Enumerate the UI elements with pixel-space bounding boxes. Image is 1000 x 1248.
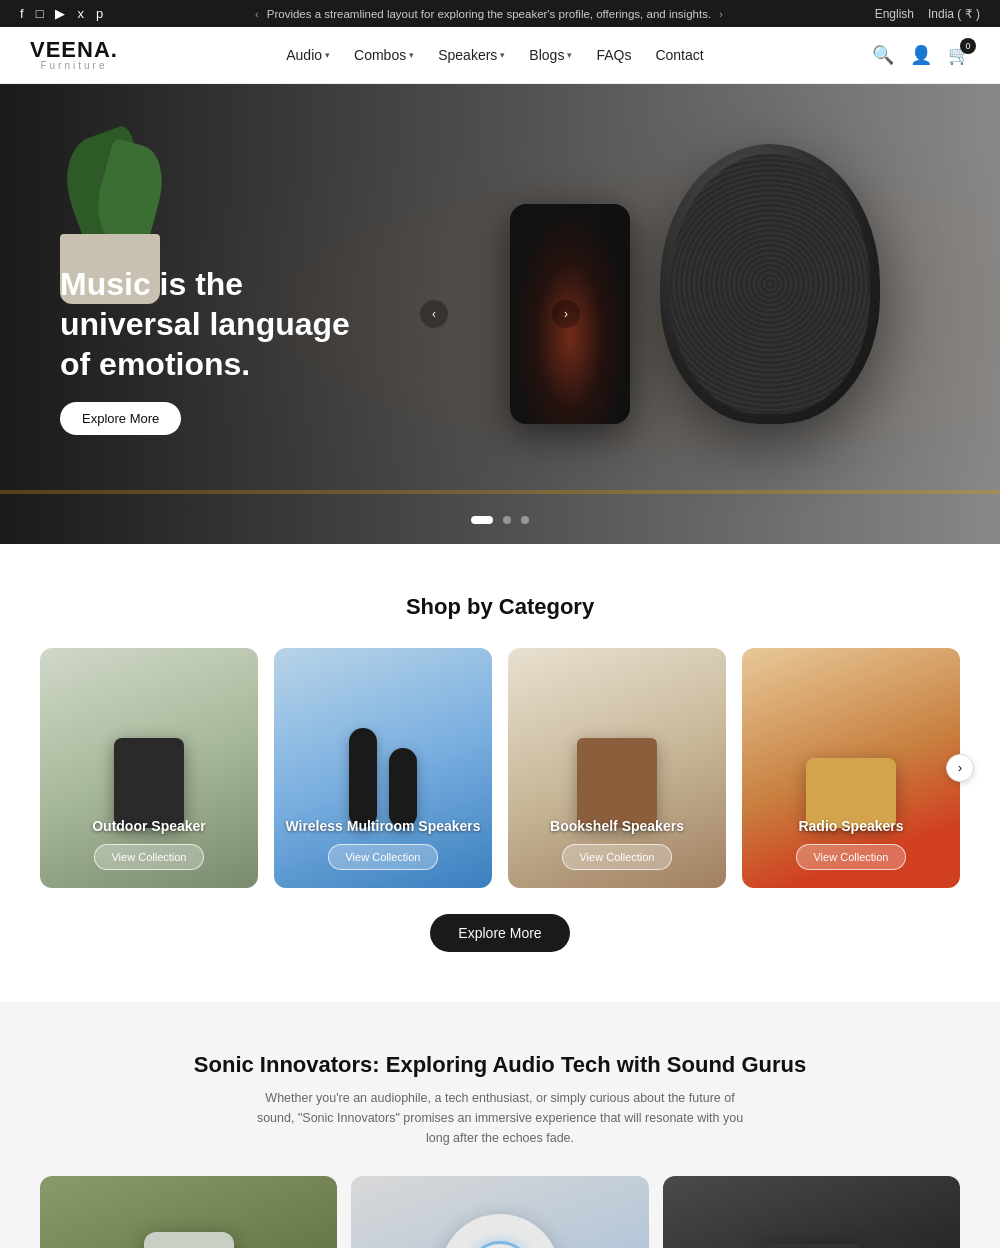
hero-next-button[interactable]: ›: [552, 300, 580, 328]
hero-dots: [471, 516, 529, 524]
promo-text: Provides a streamlined layout for explor…: [267, 8, 711, 20]
social-links: f □ ▶ x p: [20, 6, 103, 21]
nav-speakers[interactable]: Speakers ▾: [438, 47, 505, 63]
category-next-button[interactable]: ›: [946, 754, 974, 782]
category-card-outdoor[interactable]: Outdoor Speaker View Collection: [40, 648, 258, 888]
category-row: Outdoor Speaker View Collection Wireless…: [40, 648, 960, 888]
radio-category-name: Radio Speakers: [798, 818, 903, 834]
account-icon[interactable]: 👤: [910, 44, 932, 66]
logo[interactable]: VEENA. Furniture: [30, 39, 118, 71]
sonic-description: Whether you're an audiophile, a tech ent…: [250, 1088, 750, 1148]
sonic-card-waterproof[interactable]: Waterproof Speaker: [663, 1176, 960, 1248]
blogs-caret: ▾: [567, 50, 572, 60]
hero-dot-3[interactable]: [521, 516, 529, 524]
nav-faqs[interactable]: FAQs: [596, 47, 631, 63]
wireless-view-collection-btn[interactable]: View Collection: [328, 844, 437, 870]
hero-cta-button[interactable]: Explore More: [60, 402, 181, 435]
pinterest-icon[interactable]: p: [96, 6, 103, 21]
currency-selector[interactable]: India ( ₹ ): [928, 7, 980, 21]
main-nav: Audio ▾ Combos ▾ Speakers ▾ Blogs ▾ FAQs…: [286, 47, 703, 63]
audio-caret: ▾: [325, 50, 330, 60]
nav-audio[interactable]: Audio ▾: [286, 47, 330, 63]
outdoor-label-area: Outdoor Speaker View Collection: [40, 818, 258, 888]
top-bar: f □ ▶ x p ‹ Provides a streamlined layou…: [0, 0, 1000, 27]
explore-btn-wrap: Explore More: [40, 914, 960, 952]
shop-by-category-section: Shop by Category Outdoor Speaker View Co…: [0, 544, 1000, 1002]
search-icon[interactable]: 🔍: [872, 44, 894, 66]
facebook-icon[interactable]: f: [20, 6, 24, 21]
promo-bar: ‹ Provides a streamlined layout for expl…: [103, 8, 874, 20]
hero-prev-button[interactable]: ‹: [420, 300, 448, 328]
hero-title: Music is the universal language of emoti…: [60, 264, 360, 384]
bookshelf-label-area: Bookshelf Speakers View Collection: [508, 818, 726, 888]
sonic-card-outdoor[interactable]: Outdoor Speaker: [40, 1176, 337, 1248]
hero-table-decoration: [0, 490, 1000, 494]
category-card-radio[interactable]: Radio Speakers View Collection: [742, 648, 960, 888]
bookshelf-speaker-decoration: [577, 738, 657, 828]
explore-more-button[interactable]: Explore More: [430, 914, 569, 952]
hero-dot-2[interactable]: [503, 516, 511, 524]
twitter-x-icon[interactable]: x: [77, 6, 84, 21]
nav-combos[interactable]: Combos ▾: [354, 47, 414, 63]
sonic-grid: Outdoor Speaker Bluetooth Speaker Waterp…: [40, 1176, 960, 1248]
hero-banner: Music is the universal language of emoti…: [0, 84, 1000, 544]
radio-view-collection-btn[interactable]: View Collection: [796, 844, 905, 870]
outdoor-speaker-decoration: [114, 738, 184, 828]
sonic-section: Sonic Innovators: Exploring Audio Tech w…: [0, 1002, 1000, 1248]
sonic-card-bluetooth[interactable]: Bluetooth Speaker: [351, 1176, 648, 1248]
promo-prev-arrow[interactable]: ‹: [255, 8, 259, 20]
promo-next-arrow[interactable]: ›: [719, 8, 723, 20]
wireless-label-area: Wireless Multiroom Speakers View Collect…: [274, 818, 492, 888]
sonic-wp-speaker: [761, 1244, 861, 1248]
logo-name: VEENA.: [30, 39, 118, 61]
speakers-caret: ▾: [500, 50, 505, 60]
logo-subtitle: Furniture: [30, 61, 118, 71]
outdoor-view-collection-btn[interactable]: View Collection: [94, 844, 203, 870]
cart-badge: 0: [960, 38, 976, 54]
sonic-bt-speaker: [440, 1214, 560, 1248]
header: VEENA. Furniture Audio ▾ Combos ▾ Speake…: [0, 27, 1000, 84]
nav-blogs[interactable]: Blogs ▾: [529, 47, 572, 63]
top-bar-right: English India ( ₹ ): [875, 7, 980, 21]
outdoor-category-name: Outdoor Speaker: [92, 818, 206, 834]
radio-label-area: Radio Speakers View Collection: [742, 818, 960, 888]
hero-dot-1[interactable]: [471, 516, 493, 524]
language-selector[interactable]: English: [875, 7, 914, 21]
instagram-icon[interactable]: □: [36, 6, 44, 21]
category-card-bookshelf[interactable]: Bookshelf Speakers View Collection: [508, 648, 726, 888]
category-card-wireless[interactable]: Wireless Multiroom Speakers View Collect…: [274, 648, 492, 888]
bookshelf-category-name: Bookshelf Speakers: [550, 818, 684, 834]
header-icons: 🔍 👤 🛒 0: [872, 44, 970, 66]
shop-section-title: Shop by Category: [40, 594, 960, 620]
hero-content: Music is the universal language of emoti…: [60, 264, 360, 435]
wireless-speaker-decoration: [349, 728, 417, 828]
bookshelf-view-collection-btn[interactable]: View Collection: [562, 844, 671, 870]
sonic-title: Sonic Innovators: Exploring Audio Tech w…: [40, 1052, 960, 1078]
nav-contact[interactable]: Contact: [655, 47, 703, 63]
hero-speaker-decoration: [660, 144, 880, 424]
youtube-icon[interactable]: ▶: [55, 6, 65, 21]
cart-icon[interactable]: 🛒 0: [948, 44, 970, 66]
wireless-category-name: Wireless Multiroom Speakers: [285, 818, 480, 834]
combos-caret: ▾: [409, 50, 414, 60]
sonic-outdoor-speaker: [144, 1232, 234, 1248]
